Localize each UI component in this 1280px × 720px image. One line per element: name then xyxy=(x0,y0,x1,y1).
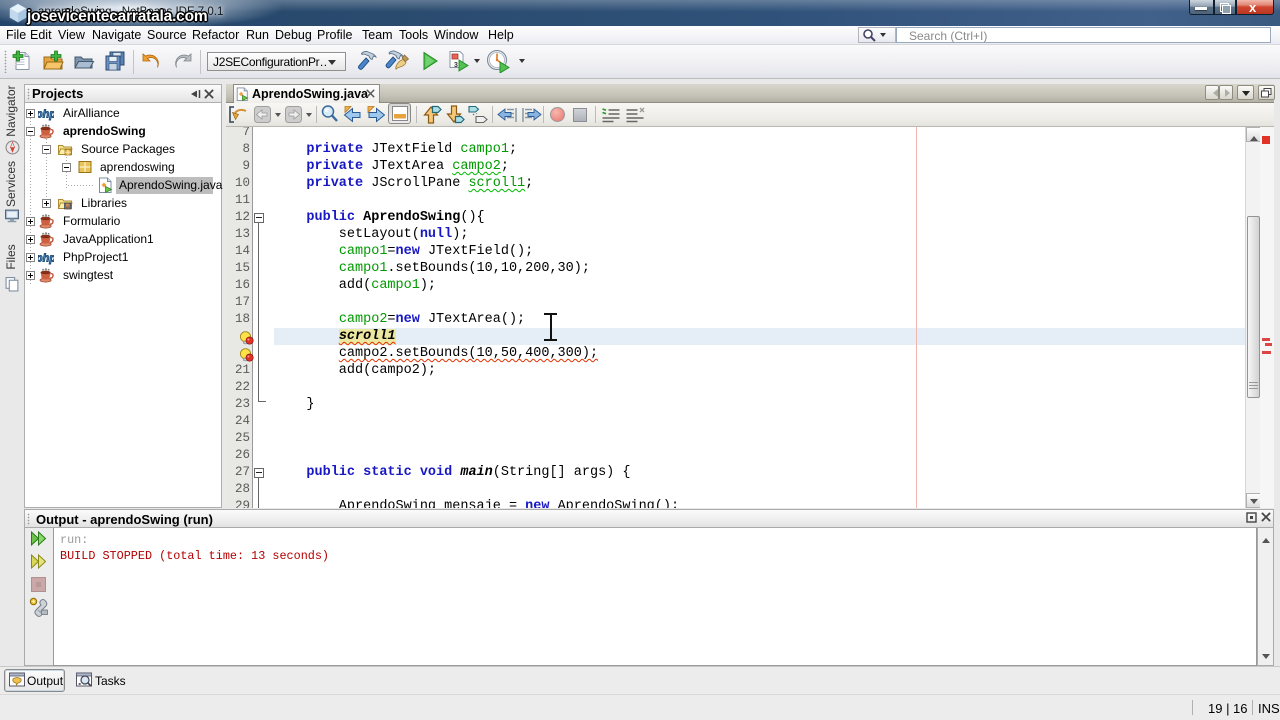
svg-text:php: php xyxy=(38,253,54,265)
svg-text:3: 3 xyxy=(454,62,458,69)
svg-text:php: php xyxy=(38,109,54,121)
